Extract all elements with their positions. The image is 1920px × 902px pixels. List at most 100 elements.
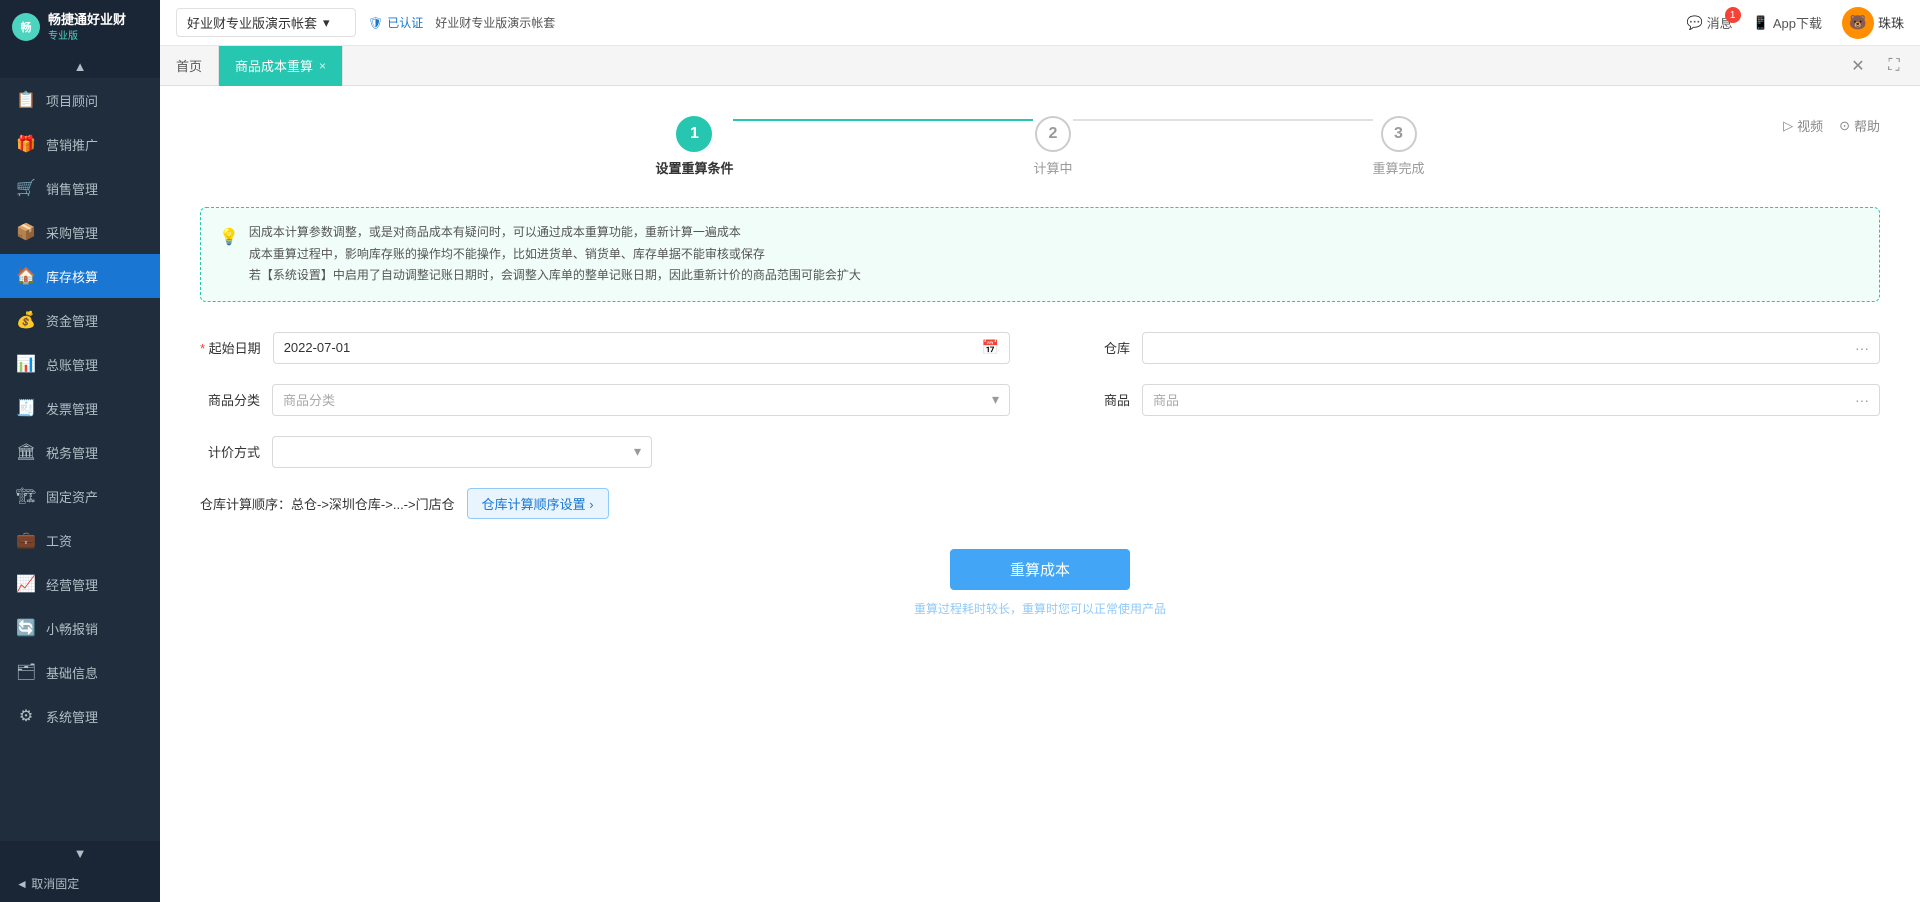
sidebar-item-tax[interactable]: 🏛 税务管理: [0, 430, 160, 474]
sidebar-label-accounting: 总账管理: [46, 355, 98, 374]
sidebar-item-invoice[interactable]: 🧾 发票管理: [0, 386, 160, 430]
sidebar-label-tax: 税务管理: [46, 443, 98, 462]
stepper-actions: ▷ 视频 ⊙ 帮助: [1783, 116, 1880, 135]
content-area: 1 设置重算条件 2 计算中 3 重算完成: [160, 86, 1920, 902]
product-ellipsis-icon: ···: [1855, 392, 1869, 408]
sidebar-icon-basic: 🗂: [16, 662, 36, 682]
calc-order-label: 仓库计算顺序：总仓->深圳仓库->...->门店仓: [200, 494, 455, 513]
maximize-window-button[interactable]: ⛶: [1880, 52, 1908, 80]
sidebar-icon-ops: 📈: [16, 574, 36, 594]
step-2-label: 计算中: [1033, 158, 1072, 177]
step-2-circle: 2: [1035, 116, 1071, 152]
sidebar-scroll-down[interactable]: ▼: [0, 841, 160, 865]
sidebar-item-sales[interactable]: 🛒 销售管理: [0, 166, 160, 210]
sidebar-item-purchase[interactable]: 📦 采购管理: [0, 210, 160, 254]
tab-close-icon[interactable]: ×: [319, 59, 326, 73]
sidebar-label-marketing: 营销推广: [46, 135, 98, 154]
sidebar-label-inventory: 库存核算: [46, 267, 98, 286]
sidebar-item-basic[interactable]: 🗂 基础信息: [0, 650, 160, 694]
sidebar-scroll-up[interactable]: ▲: [0, 54, 160, 78]
video-action[interactable]: ▷ 视频: [1783, 116, 1823, 135]
sidebar-item-system[interactable]: ⚙ 系统管理: [0, 694, 160, 738]
step-2: 2 计算中: [1033, 116, 1072, 177]
sidebar-icon-inventory: 🏠: [16, 266, 36, 286]
username: 珠珠: [1878, 13, 1904, 32]
sidebar-item-ops[interactable]: 📈 经营管理: [0, 562, 160, 606]
sidebar-item-marketing[interactable]: 🎁 营销推广: [0, 122, 160, 166]
step-1: 1 设置重算条件: [655, 116, 733, 177]
sidebar-label-system: 系统管理: [46, 707, 98, 726]
warehouse-label: 仓库: [1070, 338, 1130, 357]
account-selector[interactable]: 好业财专业版演示帐套 ▾: [176, 8, 356, 37]
pricing-input[interactable]: ▾: [272, 436, 652, 468]
topbar-right: 💬 消息 1 📱 App下载 🐻 珠珠: [1686, 7, 1904, 39]
tabbar: 首页 商品成本重算 × ✕ ⛶: [160, 46, 1920, 86]
start-date-label: 起始日期: [200, 338, 261, 357]
sidebar-icon-expense: 🔄: [16, 618, 36, 638]
sidebar-item-salary[interactable]: 💼 工资: [0, 518, 160, 562]
tab-window-controls: ✕ ⛶: [1844, 52, 1920, 80]
recalculate-button[interactable]: 重算成本: [950, 549, 1130, 590]
sidebar-footer-label: ◄ 取消固定: [16, 875, 79, 892]
sidebar-icon-tax: 🏛: [16, 442, 36, 462]
tab-home[interactable]: 首页: [160, 46, 219, 86]
calc-order-row: 仓库计算顺序：总仓->深圳仓库->...->门店仓 仓库计算顺序设置 ›: [200, 488, 1880, 519]
category-row: 商品分类 商品分类 ▾: [200, 384, 1010, 416]
start-date-input[interactable]: 2022-07-01 📅: [273, 332, 1010, 364]
account-selector-label: 好业财专业版演示帐套: [187, 13, 317, 32]
step-line-2: [1073, 119, 1373, 121]
sidebar-item-expense[interactable]: 🔄 小畅报销: [0, 606, 160, 650]
step-3-label: 重算完成: [1373, 158, 1425, 177]
calc-order-settings-button[interactable]: 仓库计算顺序设置 ›: [467, 488, 609, 519]
submit-hint: 重算过程耗时较长，重算时您可以正常使用产品: [914, 600, 1166, 617]
pricing-row: 计价方式 ▾: [200, 436, 1880, 468]
app-download-action[interactable]: 📱 App下载: [1753, 13, 1822, 32]
verified-text: 已认证: [387, 14, 423, 31]
sidebar-pin-toggle[interactable]: ◄ 取消固定: [0, 865, 160, 902]
sidebar-item-project[interactable]: 📋 项目顾问: [0, 78, 160, 122]
sidebar-label-salary: 工资: [46, 531, 72, 550]
sidebar-label-purchase: 采购管理: [46, 223, 98, 242]
form-grid: 起始日期 2022-07-01 📅 仓库 ··· 商品分类 商品分类: [200, 332, 1880, 416]
sidebar-item-accounting[interactable]: 📊 总账管理: [0, 342, 160, 386]
tab-home-label: 首页: [176, 56, 202, 75]
sidebar-icon-project: 📋: [16, 90, 36, 110]
category-input[interactable]: 商品分类 ▾: [272, 384, 1010, 416]
sidebar-icon-sales: 🛒: [16, 178, 36, 198]
phone-icon: 📱: [1753, 15, 1769, 31]
message-icon: 💬: [1686, 15, 1702, 31]
info-box-content: 因成本计算参数调整，或是对商品成本有疑问时，可以通过成本重算功能，重新计算一遍成…: [249, 222, 861, 287]
step-1-label: 设置重算条件: [655, 158, 733, 177]
sidebar-item-assets[interactable]: 🏗 固定资产: [0, 474, 160, 518]
shield-icon: 🛡: [368, 16, 383, 30]
stepper: 1 设置重算条件 2 计算中 3 重算完成: [200, 116, 1880, 177]
verified-badge: 🛡 已认证: [368, 14, 423, 31]
help-action[interactable]: ⊙ 帮助: [1839, 116, 1880, 135]
tab-cost-recalc[interactable]: 商品成本重算 ×: [219, 46, 343, 86]
sidebar: 畅 畅捷通好业财 专业版 ▲ 📋 项目顾问 🎁 营销推广 🛒 销售管理 📦 采购…: [0, 0, 160, 902]
warehouse-input[interactable]: ···: [1142, 332, 1880, 364]
message-action[interactable]: 💬 消息 1: [1686, 13, 1732, 32]
sidebar-label-invoice: 发票管理: [46, 399, 98, 418]
sidebar-label-basic: 基础信息: [46, 663, 98, 682]
product-input[interactable]: 商品 ···: [1142, 384, 1880, 416]
sidebar-item-inventory[interactable]: 🏠 库存核算: [0, 254, 160, 298]
sidebar-icon-salary: 💼: [16, 530, 36, 550]
user-action[interactable]: 🐻 珠珠: [1842, 7, 1904, 39]
app-download-label: App下载: [1773, 13, 1822, 32]
info-line-3: 若【系统设置】中启用了自动调整记账日期时，会调整入库单的整单记账日期，因此重新计…: [249, 265, 861, 287]
calendar-icon: 📅: [982, 339, 999, 356]
tab-cost-recalc-label: 商品成本重算: [235, 56, 313, 75]
message-badge: 1: [1725, 7, 1741, 23]
main-area: 好业财专业版演示帐套 ▾ 🛡 已认证 好业财专业版演示帐套 💬 消息 1 📱 A…: [160, 0, 1920, 902]
close-window-button[interactable]: ✕: [1844, 52, 1872, 80]
product-label: 商品: [1070, 390, 1130, 409]
sidebar-icon-invoice: 🧾: [16, 398, 36, 418]
sidebar-item-finance[interactable]: 💰 资金管理: [0, 298, 160, 342]
app-title: 畅捷通好业财: [48, 12, 126, 28]
sidebar-label-expense: 小畅报销: [46, 619, 98, 638]
help-label: 帮助: [1854, 116, 1880, 135]
topbar-account-name: 好业财专业版演示帐套: [435, 14, 1674, 31]
sidebar-icon-finance: 💰: [16, 310, 36, 330]
sidebar-icon-system: ⚙: [16, 706, 36, 726]
